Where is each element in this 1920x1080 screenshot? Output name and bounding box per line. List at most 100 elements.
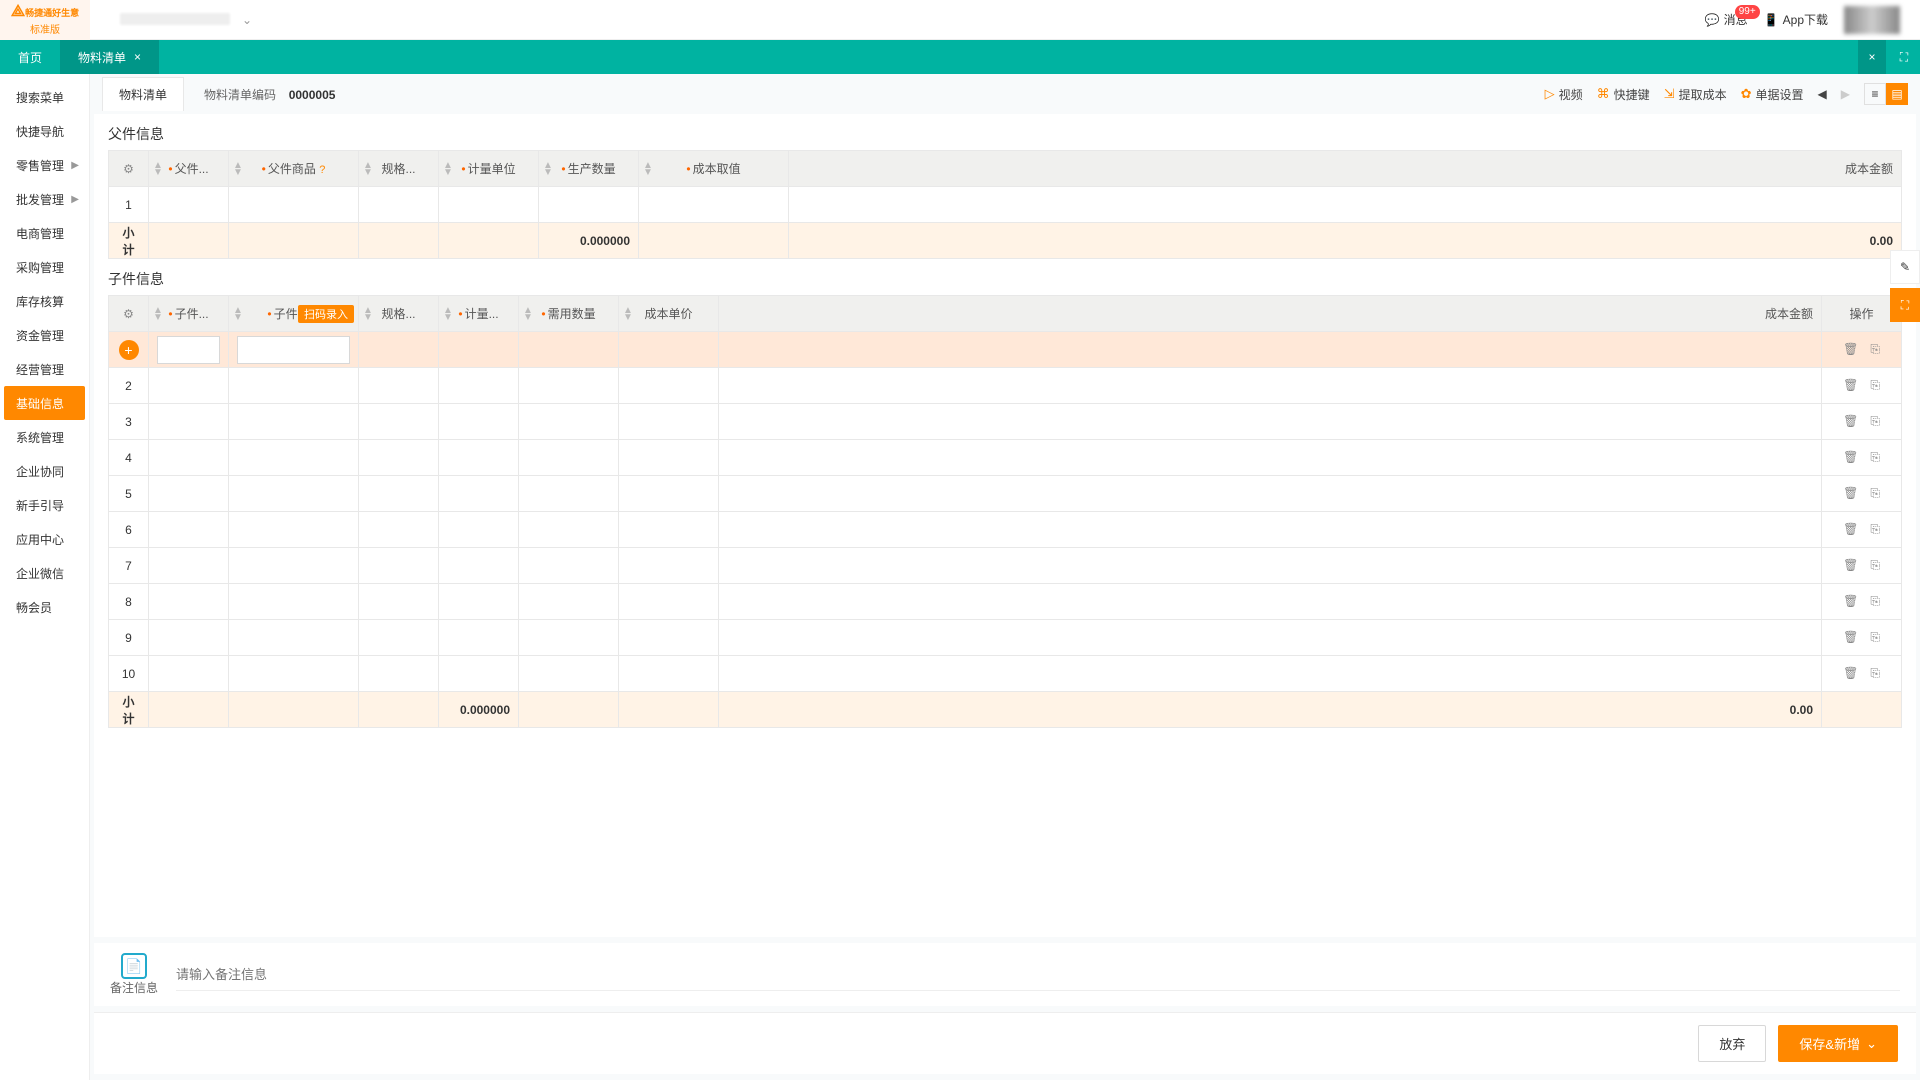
delete-icon[interactable]: 🗑 [1843, 630, 1858, 645]
copy-icon[interactable]: ⎘ [1870, 630, 1880, 645]
remark-input[interactable] [176, 959, 1900, 991]
child-col-5[interactable]: ▲▼成本单价 [619, 296, 719, 332]
close-all-tabs-button[interactable]: × [1858, 40, 1886, 74]
table-row[interactable]: 6🗑⎘ [109, 512, 1902, 548]
table-row[interactable]: + 🗑 ⎘ [109, 332, 1902, 368]
copy-icon[interactable]: ⎘ [1870, 594, 1880, 609]
copy-icon[interactable]: ⎘ [1870, 414, 1880, 429]
child-col-3[interactable]: ▲▼•计量... [439, 296, 519, 332]
delete-icon[interactable]: 🗑 [1843, 666, 1858, 681]
child-col-6[interactable]: 成本金额 [719, 296, 1822, 332]
sidebar-item-5[interactable]: 采购管理 [0, 250, 89, 284]
extract-cost-button[interactable]: ⇲提取成本 [1664, 86, 1727, 103]
table-row[interactable]: 7🗑⎘ [109, 548, 1902, 584]
copy-icon[interactable]: ⎘ [1870, 666, 1880, 681]
delete-icon[interactable]: 🗑 [1843, 522, 1858, 537]
delete-icon[interactable]: 🗑 [1843, 342, 1858, 357]
cell-input[interactable] [157, 336, 220, 364]
doc-tab[interactable]: 物料清单 [102, 77, 184, 111]
table-row[interactable]: 2🗑⎘ [109, 368, 1902, 404]
table-row[interactable]: 4🗑⎘ [109, 440, 1902, 476]
sort-icon[interactable]: ▲▼ [233, 307, 243, 321]
parent-col-1[interactable]: ▲▼•父件商品 ? [229, 151, 359, 187]
shortcut-button[interactable]: ⌘快捷键 [1597, 86, 1650, 103]
view-list-button[interactable]: ≡ [1864, 83, 1886, 105]
close-icon[interactable]: × [134, 50, 141, 64]
next-button[interactable]: ▶ [1841, 87, 1850, 101]
cell-input[interactable] [237, 336, 350, 364]
chevron-down-icon[interactable]: ⌄ [242, 13, 252, 27]
child-col-0[interactable]: ▲▼•子件... [149, 296, 229, 332]
sidebar-item-4[interactable]: 电商管理 [0, 216, 89, 250]
video-help-button[interactable]: ▷视频 [1545, 86, 1583, 103]
sidebar-item-2[interactable]: 零售管理▶ [0, 148, 89, 182]
sort-icon[interactable]: ▲▼ [443, 307, 453, 321]
sidebar-item-14[interactable]: 企业微信 [0, 556, 89, 590]
prev-button[interactable]: ◀ [1818, 87, 1827, 101]
table-row[interactable]: 8🗑⎘ [109, 584, 1902, 620]
child-col-1[interactable]: ▲▼•子件商...扫码录入 [229, 296, 359, 332]
table-row[interactable]: 9🗑⎘ [109, 620, 1902, 656]
copy-icon[interactable]: ⎘ [1870, 486, 1880, 501]
sort-icon[interactable]: ▲▼ [153, 307, 163, 321]
parent-col-3[interactable]: ▲▼•计量单位 [439, 151, 539, 187]
parent-col-4[interactable]: ▲▼•生产数量 [539, 151, 639, 187]
copy-icon[interactable]: ⎘ [1870, 378, 1880, 393]
delete-icon[interactable]: 🗑 [1843, 486, 1858, 501]
parent-col-6[interactable]: 成本金额 [789, 151, 1902, 187]
save-new-button[interactable]: 保存&新增⌄ [1778, 1025, 1898, 1062]
sidebar-item-9[interactable]: 基础信息 [4, 386, 85, 420]
parent-col-0[interactable]: ▲▼•父件... [149, 151, 229, 187]
sort-icon[interactable]: ▲▼ [233, 162, 243, 176]
fullscreen-icon[interactable]: ⛶ [1888, 40, 1920, 74]
sidebar-item-11[interactable]: 企业协同 [0, 454, 89, 488]
tab-home[interactable]: 首页 [0, 40, 60, 74]
add-row-button[interactable]: + [119, 340, 139, 360]
sidebar-item-13[interactable]: 应用中心 [0, 522, 89, 556]
copy-icon[interactable]: ⎘ [1870, 522, 1880, 537]
delete-icon[interactable]: 🗑 [1843, 450, 1858, 465]
sort-icon[interactable]: ▲▼ [643, 162, 653, 176]
sidebar-item-3[interactable]: 批发管理▶ [0, 182, 89, 216]
table-row[interactable]: 10🗑⎘ [109, 656, 1902, 692]
avatar[interactable] [1844, 6, 1900, 34]
child-col-4[interactable]: ▲▼•需用数量 [519, 296, 619, 332]
expand-icon[interactable]: ⛶ [1890, 288, 1920, 322]
table-row[interactable]: 3🗑⎘ [109, 404, 1902, 440]
sort-icon[interactable]: ▲▼ [543, 162, 553, 176]
delete-icon[interactable]: 🗑 [1843, 558, 1858, 573]
sidebar-item-0[interactable]: 搜索菜单 [0, 80, 89, 114]
sort-icon[interactable]: ▲▼ [443, 162, 453, 176]
sort-icon[interactable]: ▲▼ [363, 162, 373, 176]
sort-icon[interactable]: ▲▼ [153, 162, 163, 176]
parent-col-5[interactable]: ▲▼•成本取值 [639, 151, 789, 187]
sort-icon[interactable]: ▲▼ [363, 307, 373, 321]
sort-icon[interactable]: ▲▼ [523, 307, 533, 321]
sidebar-item-15[interactable]: 畅会员 [0, 590, 89, 624]
table-row[interactable]: 5🗑⎘ [109, 476, 1902, 512]
parent-col-2[interactable]: ▲▼规格... [359, 151, 439, 187]
sidebar-item-6[interactable]: 库存核算 [0, 284, 89, 318]
delete-icon[interactable]: 🗑 [1843, 414, 1858, 429]
chevron-down-icon[interactable]: ⌄ [1866, 1036, 1877, 1052]
help-icon[interactable]: ? [319, 164, 325, 176]
sidebar-item-12[interactable]: 新手引导 [0, 488, 89, 522]
pencil-icon[interactable]: ✎ [1890, 250, 1920, 284]
sidebar-item-10[interactable]: 系统管理 [0, 420, 89, 454]
copy-icon[interactable]: ⎘ [1870, 342, 1880, 357]
messages-button[interactable]: 💬 消息 99+ [1705, 11, 1748, 28]
sidebar-item-7[interactable]: 资金管理 [0, 318, 89, 352]
sidebar-item-1[interactable]: 快捷导航 [0, 114, 89, 148]
company-dropdown[interactable] [120, 12, 230, 28]
child-col-2[interactable]: ▲▼规格... [359, 296, 439, 332]
scan-badge[interactable]: 扫码录入 [298, 305, 354, 323]
view-form-button[interactable]: ▤ [1886, 83, 1908, 105]
delete-icon[interactable]: 🗑 [1843, 378, 1858, 393]
sidebar-item-8[interactable]: 经营管理 [0, 352, 89, 386]
table-row[interactable]: 1 [109, 187, 1902, 223]
copy-icon[interactable]: ⎘ [1870, 558, 1880, 573]
sheet-setting-button[interactable]: ✿单据设置 [1741, 86, 1804, 103]
sort-icon[interactable]: ▲▼ [623, 307, 633, 321]
abandon-button[interactable]: 放弃 [1698, 1025, 1766, 1062]
copy-icon[interactable]: ⎘ [1870, 450, 1880, 465]
